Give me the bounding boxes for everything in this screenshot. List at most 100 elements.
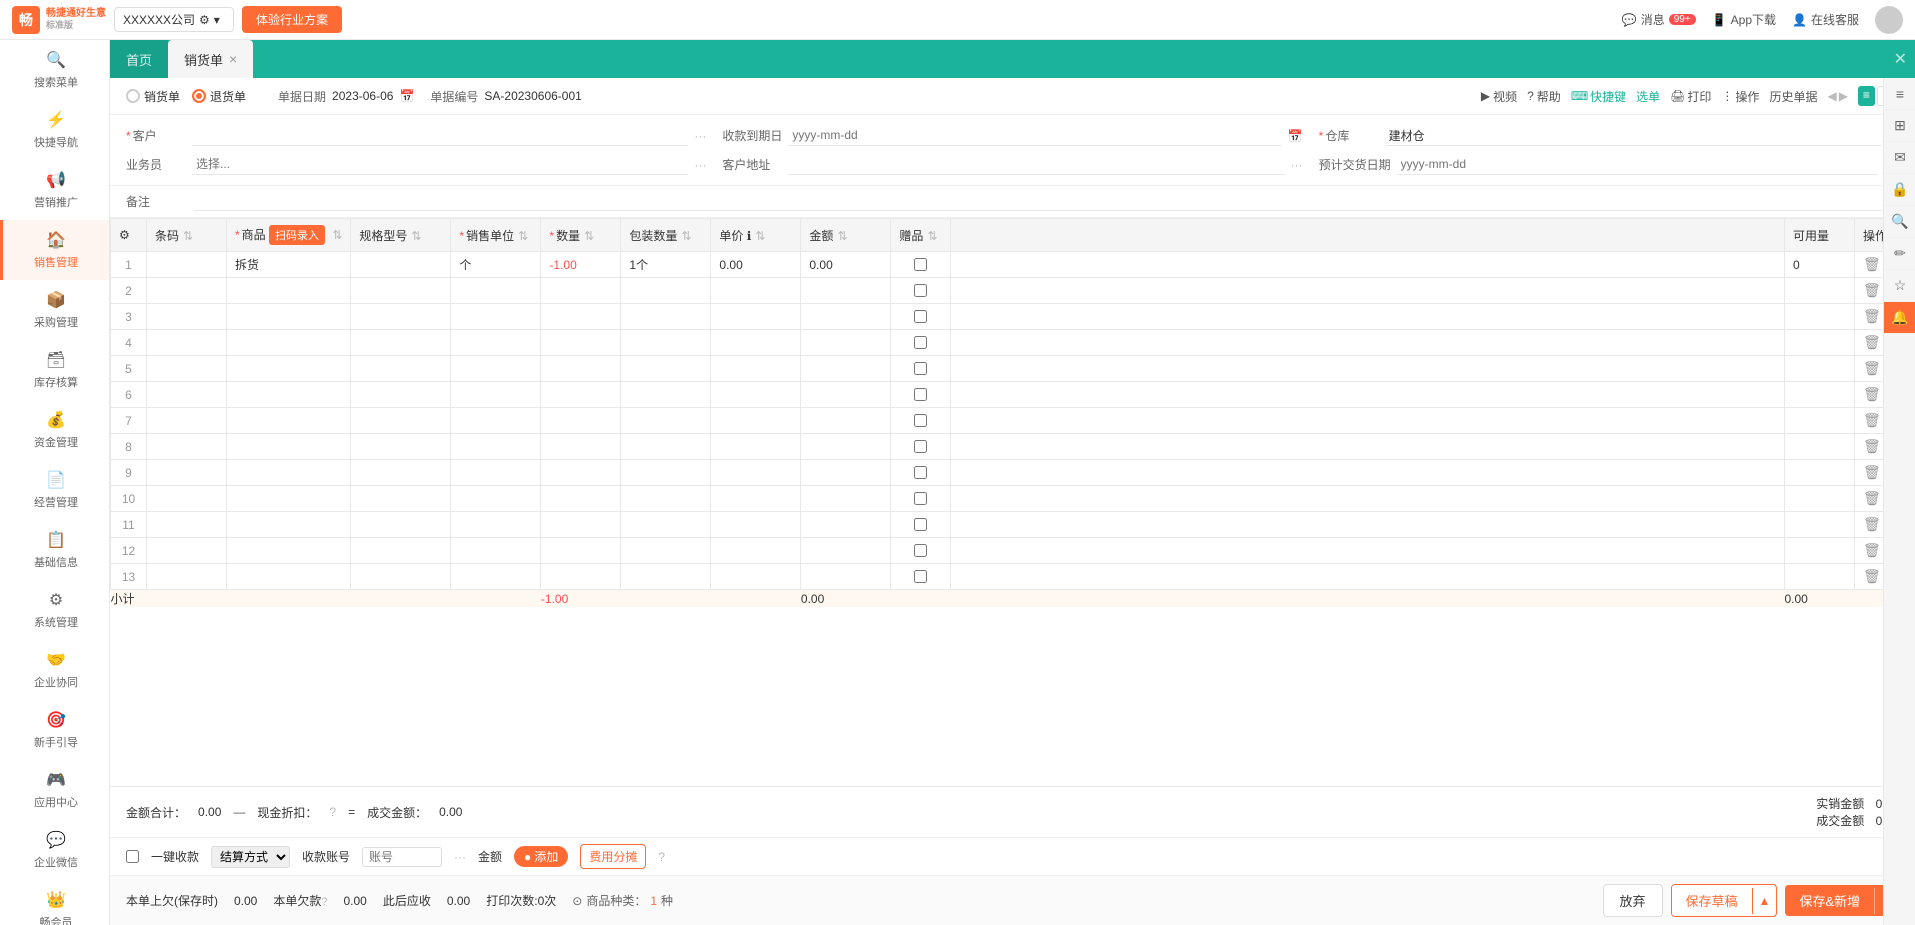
help-btn[interactable]: ? 帮助 bbox=[1527, 88, 1561, 105]
goods-type-icon[interactable]: ⊙ bbox=[572, 894, 582, 908]
packqty-sort-icon[interactable]: ⇅ bbox=[681, 229, 691, 243]
goods-sort-icon[interactable]: ⇅ bbox=[332, 228, 342, 242]
right-panel-edit-icon[interactable]: ✏ bbox=[1884, 238, 1915, 270]
discard-button[interactable]: 放弃 bbox=[1603, 884, 1663, 917]
gift-checkbox[interactable] bbox=[914, 310, 927, 323]
trial-button[interactable]: 体验行业方案 bbox=[242, 6, 342, 33]
remarks-input[interactable] bbox=[194, 192, 1899, 211]
sidebar-item-marketing[interactable]: 📢 营销推广 bbox=[0, 160, 109, 220]
print-btn[interactable]: 🖨 打印 bbox=[1670, 88, 1711, 105]
delete-icon[interactable]: 🗑 bbox=[1863, 386, 1881, 403]
delete-icon[interactable]: 🗑 bbox=[1863, 282, 1881, 299]
next-arrow[interactable]: ▶ bbox=[1839, 89, 1848, 103]
sidebar-item-system[interactable]: ⚙ 系统管理 bbox=[0, 580, 109, 640]
right-panel-notify-icon[interactable]: 🔔 bbox=[1884, 302, 1915, 334]
gift-checkbox[interactable] bbox=[914, 440, 927, 453]
save-draft-button[interactable]: 保存草稿 bbox=[1672, 885, 1752, 916]
delete-icon[interactable]: 🗑 bbox=[1863, 438, 1881, 455]
list-view-icon[interactable]: ≡ bbox=[1858, 86, 1875, 106]
gift-checkbox[interactable] bbox=[914, 466, 927, 479]
gift-checkbox[interactable] bbox=[914, 570, 927, 583]
radio-return[interactable]: 退货单 bbox=[192, 88, 246, 105]
delete-icon[interactable]: 🗑 bbox=[1863, 308, 1881, 325]
add-button[interactable]: ● 添加 bbox=[514, 846, 568, 867]
history-btn[interactable]: 历史单据 bbox=[1769, 88, 1817, 105]
message-item[interactable]: 💬 消息 99+ bbox=[1622, 11, 1696, 28]
app-download-item[interactable]: 📱 App下载 bbox=[1712, 11, 1776, 28]
right-panel-search-icon[interactable]: 🔍 bbox=[1884, 206, 1915, 238]
gift-checkbox[interactable] bbox=[914, 544, 927, 557]
sidebar-item-operations[interactable]: 📄 经营管理 bbox=[0, 460, 109, 520]
sidebar-item-cooperation[interactable]: 🤝 企业协同 bbox=[0, 640, 109, 700]
gift-checkbox[interactable] bbox=[914, 414, 927, 427]
expected-date-input[interactable] bbox=[1397, 154, 1878, 175]
payment-method-select[interactable]: 结算方式 bbox=[211, 846, 290, 868]
expense-btn[interactable]: 费用分摊 bbox=[580, 844, 646, 869]
gift-checkbox[interactable] bbox=[914, 518, 927, 531]
select-btn[interactable]: 选单 bbox=[1636, 88, 1660, 105]
delete-icon[interactable]: 🗑 bbox=[1863, 256, 1881, 273]
due-date-input[interactable] bbox=[788, 125, 1281, 146]
salesperson-dots-icon[interactable]: ··· bbox=[694, 158, 706, 172]
qty-sort-icon[interactable]: ⇅ bbox=[584, 229, 594, 243]
sidebar-item-members[interactable]: 👑 畅会员 bbox=[0, 880, 109, 925]
close-all-icon[interactable]: ✕ bbox=[1894, 49, 1907, 69]
account-input[interactable] bbox=[362, 847, 442, 867]
tab-close-icon[interactable]: × bbox=[229, 51, 237, 67]
save-draft-arrow-icon[interactable]: ▲ bbox=[1752, 888, 1777, 914]
debt-info-icon[interactable]: ? bbox=[321, 896, 327, 908]
customer-input[interactable] bbox=[192, 125, 688, 146]
sidebar-item-guide[interactable]: 🎯 新手引导 bbox=[0, 700, 109, 760]
shortcut-btn[interactable]: ⌨ 快捷键 bbox=[1571, 88, 1626, 105]
expense-info-icon[interactable]: ? bbox=[658, 850, 665, 864]
gift-checkbox[interactable] bbox=[914, 258, 927, 271]
due-date-calendar-icon[interactable]: 📅 bbox=[1288, 129, 1303, 143]
gift-checkbox[interactable] bbox=[914, 336, 927, 349]
delete-icon[interactable]: 🗑 bbox=[1863, 490, 1881, 507]
warehouse-input[interactable] bbox=[1385, 125, 1881, 146]
delete-icon[interactable]: 🗑 bbox=[1863, 360, 1881, 377]
account-dots-icon[interactable]: ··· bbox=[454, 850, 466, 864]
sidebar-item-wechat[interactable]: 💬 企业微信 bbox=[0, 820, 109, 880]
gift-checkbox[interactable] bbox=[914, 362, 927, 375]
sidebar-item-basic-info[interactable]: 📋 基础信息 bbox=[0, 520, 109, 580]
radio-sale[interactable]: 销货单 bbox=[126, 88, 180, 105]
customer-dots-icon[interactable]: ··· bbox=[694, 129, 706, 143]
customer-addr-dots-icon[interactable]: ··· bbox=[1291, 158, 1303, 172]
video-btn[interactable]: ▶ 视频 bbox=[1481, 88, 1517, 105]
gift-sort-icon[interactable]: ⇅ bbox=[927, 229, 937, 243]
prev-arrow[interactable]: ◀ bbox=[1827, 89, 1836, 103]
gift-checkbox[interactable] bbox=[914, 284, 927, 297]
spec-sort-icon[interactable]: ⇅ bbox=[411, 229, 421, 243]
delete-icon[interactable]: 🗑 bbox=[1863, 412, 1881, 429]
save-new-button[interactable]: 保存&新增 bbox=[1785, 885, 1874, 916]
question-icon[interactable]: ? bbox=[329, 805, 336, 819]
tab-home[interactable]: 首页 bbox=[110, 40, 168, 78]
sidebar-item-quick-nav[interactable]: ⚡ 快捷导航 bbox=[0, 100, 109, 160]
right-panel-lock-icon[interactable]: 🔒 bbox=[1884, 174, 1915, 206]
sidebar-item-search[interactable]: 🔍 搜索菜单 bbox=[0, 40, 109, 100]
delete-icon[interactable]: 🗑 bbox=[1863, 464, 1881, 481]
gift-checkbox[interactable] bbox=[914, 388, 927, 401]
customer-addr-input[interactable] bbox=[788, 154, 1284, 175]
sidebar-item-app-center[interactable]: 🎮 应用中心 bbox=[0, 760, 109, 820]
delete-icon[interactable]: 🗑 bbox=[1863, 568, 1881, 585]
one-click-pay-checkbox[interactable] bbox=[126, 850, 139, 863]
scan-button[interactable]: 扫码录入 bbox=[269, 225, 325, 245]
right-panel-star-icon[interactable]: ☆ bbox=[1884, 270, 1915, 302]
sidebar-item-inventory[interactable]: 🗃 库存核算 bbox=[0, 340, 109, 400]
sidebar-item-sales[interactable]: 🏠 销售管理 bbox=[0, 220, 109, 280]
tab-close-all[interactable]: ✕ bbox=[1894, 49, 1915, 69]
unit-sort-icon[interactable]: ⇅ bbox=[518, 229, 528, 243]
company-selector[interactable]: XXXXXX公司 ⚙ ▾ bbox=[114, 7, 234, 32]
gift-checkbox[interactable] bbox=[914, 492, 927, 505]
sidebar-item-purchase[interactable]: 📦 采购管理 bbox=[0, 280, 109, 340]
right-panel-mail-icon[interactable]: ✉ bbox=[1884, 142, 1915, 174]
sidebar-item-finance[interactable]: 💰 资金管理 bbox=[0, 400, 109, 460]
barcode-sort-icon[interactable]: ⇅ bbox=[183, 229, 193, 243]
delete-icon[interactable]: 🗑 bbox=[1863, 542, 1881, 559]
delete-icon[interactable]: 🗑 bbox=[1863, 516, 1881, 533]
delete-icon[interactable]: 🗑 bbox=[1863, 334, 1881, 351]
tab-sales-order[interactable]: 销货单 × bbox=[168, 40, 253, 78]
unitprice-sort-icon[interactable]: ⇅ bbox=[755, 229, 765, 243]
